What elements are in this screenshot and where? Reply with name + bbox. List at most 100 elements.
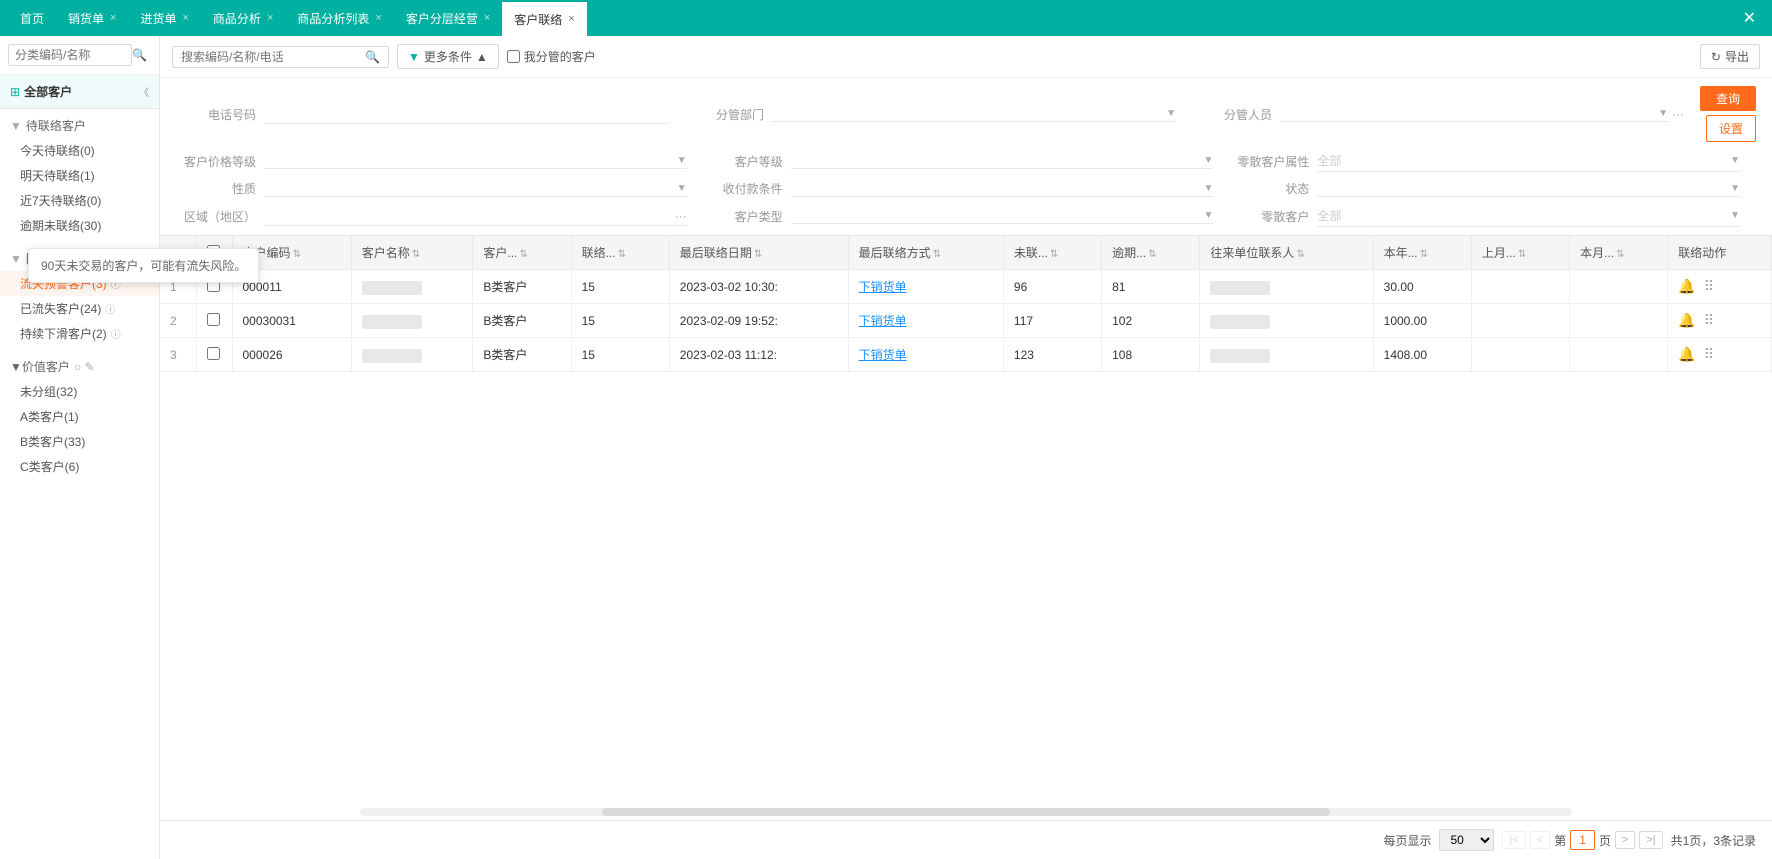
my-customers-checkbox[interactable]: [507, 50, 520, 63]
sort-icon-person: ⇅: [1296, 249, 1304, 260]
action-contact-icon-0[interactable]: 🔔: [1678, 278, 1695, 295]
th-last-contact-method[interactable]: 最后联络方式⇅: [848, 236, 1003, 270]
action-more-icon-0[interactable]: ⠿: [1704, 278, 1714, 295]
filter-scattered-select[interactable]: 全部 ▼: [1317, 205, 1740, 227]
settings-button[interactable]: 设置: [1706, 115, 1756, 142]
sidebar-section-pending-header[interactable]: ▼ 待联络客户: [0, 113, 159, 138]
row-checkbox-1[interactable]: [207, 313, 220, 326]
sidebar-item-7days-pending[interactable]: 近7天待联络(0): [0, 188, 159, 213]
action-more-icon-2[interactable]: ⠿: [1704, 346, 1714, 363]
filter-status-select[interactable]: ▼: [1317, 181, 1740, 197]
sidebar-item-class-a[interactable]: A类客户(1): [0, 404, 159, 429]
sidebar-item-declining[interactable]: 持续下滑客户(2) ⓘ: [0, 321, 159, 346]
tab-close-product-analysis-list[interactable]: ×: [375, 12, 381, 24]
sidebar-item-today-pending[interactable]: 今天待联络(0): [0, 138, 159, 163]
chevron-down-icon: ▼: [1166, 108, 1176, 119]
th-unlinked[interactable]: 未联...⇅: [1003, 236, 1101, 270]
sidebar-value-header[interactable]: ▼ 价值客户 ○ ✎: [0, 354, 159, 379]
tab-customer-layering[interactable]: 客户分层经营 ×: [394, 0, 502, 36]
td-action-0[interactable]: 🔔 ⠿: [1668, 270, 1772, 304]
th-this-month[interactable]: 本月...⇅: [1570, 236, 1668, 270]
per-page-select[interactable]: 50 100: [1439, 829, 1494, 851]
query-button[interactable]: 查询: [1700, 86, 1756, 111]
th-name[interactable]: 客户名称⇅: [351, 236, 473, 270]
th-action: 联络动作: [1668, 236, 1772, 270]
row-checkbox-2[interactable]: [207, 347, 220, 360]
tab-customer-contact[interactable]: 客户联络 ×: [502, 0, 586, 36]
th-overdue[interactable]: 逾期...⇅: [1102, 236, 1200, 270]
tab-product-analysis-list[interactable]: 商品分析列表 ×: [285, 0, 393, 36]
sort-icon-unlinked: ⇅: [1050, 249, 1058, 260]
td-lm-2: [1471, 338, 1569, 372]
td-method-1[interactable]: 下销货单: [848, 304, 1003, 338]
td-person-2: [1200, 338, 1373, 372]
window-close-button[interactable]: ✕: [1735, 8, 1764, 28]
sidebar-item-class-c[interactable]: C类客户(6): [0, 454, 159, 479]
search-input-wrap: 🔍: [172, 46, 389, 68]
page-next-button[interactable]: >: [1615, 831, 1635, 849]
action-contact-icon-1[interactable]: 🔔: [1678, 312, 1695, 329]
filter-customer-grade-select[interactable]: ▼: [791, 153, 1214, 169]
sidebar-item-ungroup[interactable]: 未分组(32): [0, 379, 159, 404]
page-prev-button[interactable]: <: [1530, 831, 1550, 849]
tab-close-product-analysis[interactable]: ×: [267, 12, 273, 24]
th-last-contact-date[interactable]: 最后联络日期⇅: [669, 236, 848, 270]
page-first-button[interactable]: |<: [1502, 831, 1525, 849]
td-checkbox-2[interactable]: [196, 338, 232, 372]
td-tm-0: [1570, 270, 1668, 304]
tab-purchase-order[interactable]: 进货单 ×: [128, 0, 200, 36]
th-contact-count[interactable]: 联络...⇅: [571, 236, 669, 270]
action-more-icon-1[interactable]: ⠿: [1704, 312, 1714, 329]
page-last-button[interactable]: >|: [1639, 831, 1662, 849]
sidebar-item-overdue-pending[interactable]: 逾期未联络(30): [0, 213, 159, 238]
td-date-2: 2023-02-03 11:12:: [669, 338, 848, 372]
filter-region-select[interactable]: ···: [264, 207, 687, 226]
more-conditions-button[interactable]: ▼ 更多条件 ▲: [397, 44, 499, 69]
filter-row-2: 客户价格等级 ▼ 客户等级 ▼ 零散客户属性 全部: [176, 150, 1756, 172]
tab-close-customer-contact[interactable]: ×: [568, 13, 574, 25]
per-page-label: 每页显示: [1383, 832, 1431, 849]
horizontal-scrollbar[interactable]: [360, 808, 1572, 816]
th-customer-type[interactable]: 客户...⇅: [473, 236, 571, 270]
tab-home[interactable]: 首页: [8, 0, 56, 36]
td-action-1[interactable]: 🔔 ⠿: [1668, 304, 1772, 338]
main-search-icon[interactable]: 🔍: [365, 50, 380, 64]
my-customers-checkbox-wrap: 我分管的客户: [507, 48, 596, 65]
sidebar-item-class-b[interactable]: B类客户(33): [0, 429, 159, 454]
filter-phone-input[interactable]: [264, 105, 668, 124]
action-contact-icon-2[interactable]: 🔔: [1678, 346, 1695, 363]
th-last-month[interactable]: 上月...⇅: [1471, 236, 1569, 270]
th-this-year[interactable]: 本年...⇅: [1373, 236, 1471, 270]
filter-region-dots[interactable]: ···: [675, 209, 687, 223]
value-edit-icons: ○ ✎: [74, 360, 95, 374]
td-method-0[interactable]: 下销货单: [848, 270, 1003, 304]
filter-price-grade-select[interactable]: ▼: [264, 153, 687, 169]
filter-price-grade: 客户价格等级 ▼: [176, 153, 687, 170]
sort-icon-method: ⇅: [933, 249, 941, 260]
tab-close-purchase-order[interactable]: ×: [182, 12, 188, 24]
sidebar-collapse-icon[interactable]: 《: [139, 84, 149, 99]
sidebar-all-customers[interactable]: ⊞ 全部客户 《: [0, 75, 159, 109]
filter-dept-select[interactable]: ▼: [772, 106, 1176, 122]
scrollbar-thumb[interactable]: [602, 808, 1329, 816]
filter-customer-type-select[interactable]: ▼: [791, 208, 1214, 224]
tab-close-sales-order[interactable]: ×: [110, 12, 116, 24]
td-method-2[interactable]: 下销货单: [848, 338, 1003, 372]
sort-icon-code: ⇅: [293, 249, 301, 260]
td-action-2[interactable]: 🔔 ⠿: [1668, 338, 1772, 372]
export-button[interactable]: ↻ 导出: [1700, 44, 1760, 69]
filter-scattered-attr-select[interactable]: 全部 ▼: [1317, 150, 1740, 172]
th-contact-person[interactable]: 往来单位联系人⇅: [1200, 236, 1373, 270]
filter-payment-select[interactable]: ▼: [791, 181, 1214, 197]
tab-product-analysis[interactable]: 商品分析 ×: [201, 0, 285, 36]
sidebar-item-churned[interactable]: 已流失客户(24) ⓘ: [0, 296, 159, 321]
filter-person-dots[interactable]: ···: [1672, 107, 1684, 121]
sidebar-item-tomorrow-pending[interactable]: 明天待联络(1): [0, 163, 159, 188]
tab-close-customer-layering[interactable]: ×: [484, 12, 490, 24]
sidebar-search-input[interactable]: [8, 44, 132, 66]
tab-sales-order[interactable]: 销货单 ×: [56, 0, 128, 36]
filter-nature-select[interactable]: ▼: [264, 181, 687, 197]
td-checkbox-1[interactable]: [196, 304, 232, 338]
filter-person-select[interactable]: ▼: [1280, 106, 1668, 122]
main-search-input[interactable]: [181, 50, 361, 64]
